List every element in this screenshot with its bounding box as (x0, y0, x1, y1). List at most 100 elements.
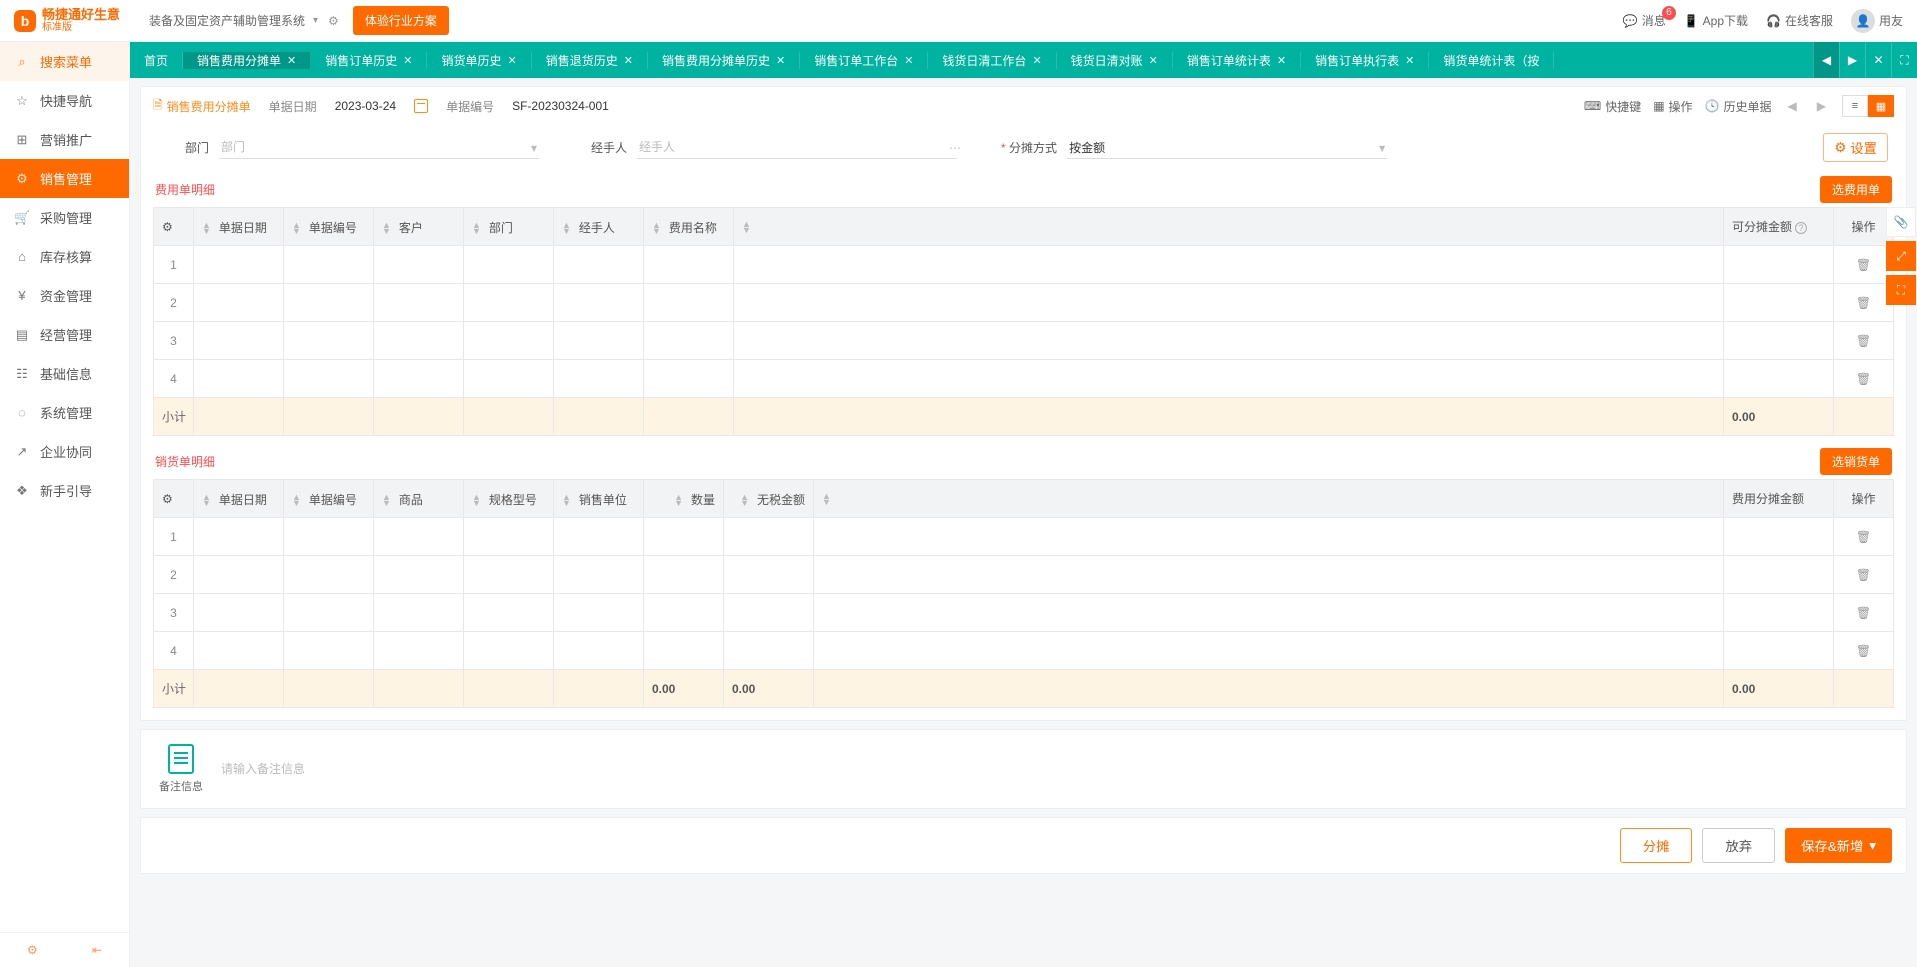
column-header[interactable]: ▲▼无税金额 (724, 480, 814, 518)
close-icon[interactable]: ✕ (776, 54, 785, 67)
trash-icon[interactable]: 🗑 (1856, 568, 1871, 582)
history-link[interactable]: 🕓历史单据 (1705, 98, 1772, 115)
gear-column[interactable]: ⚙ (154, 480, 194, 518)
trash-icon[interactable]: 🗑 (1856, 530, 1871, 544)
column-header[interactable]: 费用分摊金额 (1724, 480, 1834, 518)
sidebar-item[interactable]: ☆快捷导航 (0, 81, 129, 120)
table-row[interactable]: 4🗑 (154, 360, 1894, 398)
tab[interactable]: 销货单统计表（按 (1429, 52, 1554, 69)
attachment-button[interactable]: 📎 (1886, 207, 1916, 237)
gear-icon[interactable]: ⚙ (328, 14, 339, 28)
close-icon[interactable]: ✕ (1149, 54, 1158, 67)
sidebar-item[interactable]: ⚙销售管理 (0, 159, 129, 198)
table-row[interactable]: 4🗑 (154, 632, 1894, 670)
table-row[interactable]: 3🗑 (154, 594, 1894, 632)
table-row[interactable]: 2🗑 (154, 284, 1894, 322)
tab-scroll-right[interactable]: ▶ (1839, 42, 1865, 78)
tab[interactable]: 销售订单历史✕ (311, 52, 427, 69)
column-header[interactable]: ▲▼销售单位 (554, 480, 644, 518)
tab[interactable]: 销售退货历史✕ (532, 52, 648, 69)
doc-date-value[interactable]: 2023-03-24 (335, 99, 396, 113)
tab[interactable]: 销售订单工作台✕ (800, 52, 928, 69)
select-sales-button[interactable]: 选销货单 (1820, 448, 1892, 475)
system-selector[interactable]: 装备及固定资产辅助管理系统 ▾ ⚙ (149, 12, 339, 29)
view-list-button[interactable]: ≡ (1842, 95, 1868, 117)
sidebar-item[interactable]: ☷基础信息 (0, 354, 129, 393)
close-icon[interactable]: ✕ (287, 54, 296, 67)
sidebar-item[interactable]: ⊞营销推广 (0, 120, 129, 159)
tab-close-all[interactable]: ✕ (1865, 42, 1891, 78)
tab-expand[interactable]: ⛶ (1891, 42, 1917, 78)
shortcut-link[interactable]: ⌨快捷键 (1584, 98, 1641, 115)
tab[interactable]: 销售费用分摊单✕ (183, 52, 311, 69)
allocate-button[interactable]: 分摊 (1620, 828, 1693, 863)
dept-field[interactable]: 部门 ▾ (159, 136, 537, 159)
sidebar-item[interactable]: ❖新手引导 (0, 471, 129, 510)
column-header[interactable]: ▲▼单据编号 (284, 208, 374, 246)
help-icon[interactable]: ? (1795, 222, 1807, 234)
trash-icon[interactable]: 🗑 (1856, 644, 1871, 658)
messages-link[interactable]: 💬 消息 6 (1623, 12, 1666, 29)
close-icon[interactable]: ✕ (508, 54, 517, 67)
industry-plan-button[interactable]: 体验行业方案 (353, 6, 449, 35)
method-input[interactable] (1067, 136, 1387, 159)
sidebar-item[interactable]: ⌂库存核算 (0, 237, 129, 276)
column-header[interactable]: ▲▼部门 (464, 208, 554, 246)
tab[interactable]: 销售订单执行表✕ (1301, 52, 1429, 69)
trash-icon[interactable]: 🗑 (1856, 334, 1871, 348)
app-download-link[interactable]: 📱 App下载 (1684, 12, 1748, 29)
select-expense-button[interactable]: 选费用单 (1820, 176, 1892, 203)
column-header[interactable]: ▲▼经手人 (554, 208, 644, 246)
settings-icon[interactable]: ⚙ (27, 943, 38, 957)
tab[interactable]: 销售订单统计表✕ (1173, 52, 1301, 69)
trash-icon[interactable]: 🗑 (1856, 606, 1871, 620)
handler-field[interactable]: 经手人 ⋯ (577, 136, 961, 159)
fullscreen-button[interactable]: ⛶ (1886, 275, 1916, 305)
prev-doc-button[interactable]: ◀ (1784, 99, 1801, 113)
table-row[interactable]: 3🗑 (154, 322, 1894, 360)
remark-input[interactable] (221, 762, 1888, 776)
user-menu[interactable]: 👤 用友 (1851, 9, 1903, 33)
close-icon[interactable]: ✕ (403, 54, 412, 67)
sidebar-item[interactable]: ▤经营管理 (0, 315, 129, 354)
sidebar-item[interactable]: 🛒采购管理 (0, 198, 129, 237)
trash-icon[interactable]: 🗑 (1856, 296, 1871, 310)
tab-scroll-left[interactable]: ◀ (1813, 42, 1839, 78)
table-row[interactable]: 2🗑 (154, 556, 1894, 594)
column-header[interactable]: ▲▼费用名称 (644, 208, 734, 246)
sidebar-item[interactable]: ↗企业协同 (0, 432, 129, 471)
sidebar-item[interactable]: ◌系统管理 (0, 393, 129, 432)
dept-input[interactable] (219, 136, 539, 159)
column-header[interactable]: ▲▼商品 (374, 480, 464, 518)
close-icon[interactable]: ✕ (1032, 54, 1041, 67)
gear-column[interactable]: ⚙ (154, 208, 194, 246)
column-header[interactable]: ▲▼规格型号 (464, 480, 554, 518)
online-service-link[interactable]: 🎧 在线客服 (1766, 12, 1833, 29)
tab[interactable]: 钱货日清对账✕ (1057, 52, 1173, 69)
table-row[interactable]: 1🗑 (154, 246, 1894, 284)
expand-button[interactable]: ⤢ (1886, 241, 1916, 271)
column-header[interactable]: 可分摊金额? (1724, 208, 1834, 246)
sidebar-item[interactable]: ¥资金管理 (0, 276, 129, 315)
column-header[interactable]: ▲▼单据日期 (194, 208, 284, 246)
calendar-icon[interactable] (414, 99, 428, 113)
tab[interactable]: 首页 (130, 52, 183, 69)
tab[interactable]: 销售费用分摊单历史✕ (648, 52, 800, 69)
save-new-button[interactable]: 保存&新增▾ (1785, 828, 1892, 863)
handler-input[interactable] (637, 136, 957, 159)
method-field[interactable]: 分摊方式 ▾ (1001, 136, 1385, 159)
settings-button[interactable]: ⚙设置 (1823, 133, 1888, 162)
next-doc-button[interactable]: ▶ (1813, 99, 1830, 113)
column-header[interactable]: ▲▼客户 (374, 208, 464, 246)
close-icon[interactable]: ✕ (904, 54, 913, 67)
close-icon[interactable]: ✕ (624, 54, 633, 67)
column-header[interactable]: ▲▼单据编号 (284, 480, 374, 518)
trash-icon[interactable]: 🗑 (1856, 258, 1871, 272)
operate-link[interactable]: ▦操作 (1653, 98, 1692, 115)
column-header[interactable]: ▲▼单据日期 (194, 480, 284, 518)
close-icon[interactable]: ✕ (1405, 54, 1414, 67)
discard-button[interactable]: 放弃 (1702, 828, 1775, 863)
tab[interactable]: 钱货日清工作台✕ (928, 52, 1056, 69)
trash-icon[interactable]: 🗑 (1856, 372, 1871, 386)
collapse-icon[interactable]: ⇤ (92, 943, 102, 957)
